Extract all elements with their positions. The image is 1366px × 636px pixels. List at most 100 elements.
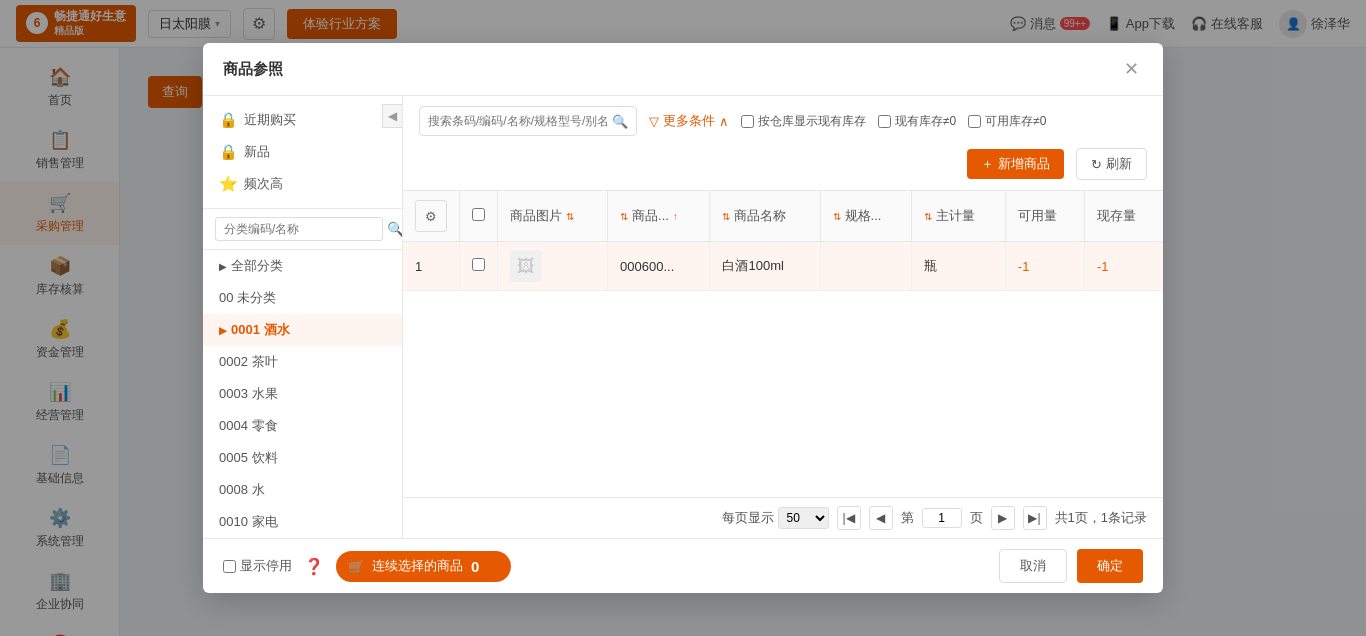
product-search-input[interactable]: [428, 114, 608, 128]
add-product-button[interactable]: ＋ 新增商品: [967, 149, 1064, 179]
quick-link-label: 近期购买: [244, 111, 296, 129]
cell-spec: [820, 242, 911, 291]
quick-link-frequent[interactable]: ⭐ 频次高: [203, 168, 402, 200]
page-suffix: 页: [970, 509, 983, 527]
cell-code: 000600...: [608, 242, 710, 291]
checkbox-available-stock[interactable]: 可用库存≠0: [968, 113, 1046, 130]
lock-icon-recent: 🔒: [219, 111, 238, 129]
refresh-icon: ↻: [1091, 157, 1102, 172]
category-item-0002[interactable]: 0002 茶叶: [203, 346, 402, 378]
category-item-0005[interactable]: 0005 饮料: [203, 442, 402, 474]
category-label: 0008 水: [219, 481, 265, 499]
table-row[interactable]: 1 🖼 000600... 白酒100ml 瓶: [403, 242, 1163, 291]
help-icon[interactable]: ❓: [304, 557, 324, 576]
collapse-arrow-icon[interactable]: ∧: [487, 557, 499, 576]
category-item-0010[interactable]: 0010 家电: [203, 506, 402, 538]
sort-arrow-code: ↑: [673, 211, 678, 222]
category-item-all[interactable]: ▶ 全部分类: [203, 250, 402, 282]
modal-header: 商品参照 ✕: [203, 43, 1163, 96]
product-table-container: ⚙ 商品图片 ⇅: [403, 191, 1163, 497]
th-available: 可用量: [1005, 191, 1084, 242]
cart-count: 0: [471, 558, 479, 575]
cell-num: 1: [403, 242, 460, 291]
quick-link-new[interactable]: 🔒 新品: [203, 136, 402, 168]
next-page-button[interactable]: ▶: [991, 506, 1015, 530]
filter-icon: ▽: [649, 114, 659, 129]
quick-link-recent[interactable]: 🔒 近期购买: [203, 104, 402, 136]
checkbox-warehouse-stock[interactable]: 按仓库显示现有库存: [741, 113, 866, 130]
show-disabled-checkbox[interactable]: 显示停用: [223, 557, 292, 575]
cell-name: 白酒100ml: [710, 242, 820, 291]
cell-image: 🖼: [498, 242, 608, 291]
cart-icon: 🛒: [348, 559, 364, 574]
chevron-up-icon: ∧: [719, 114, 729, 129]
sort-icon-code: ⇅: [620, 211, 628, 222]
modal-footer: 显示停用 ❓ 🛒 连续选择的商品 0 ∧ 取消 确定: [203, 538, 1163, 593]
show-disabled-input[interactable]: [223, 560, 236, 573]
th-available-label: 可用量: [1018, 207, 1057, 225]
refresh-button[interactable]: ↻ 刷新: [1076, 148, 1147, 180]
category-item-0008[interactable]: 0008 水: [203, 474, 402, 506]
lock-icon-new: 🔒: [219, 143, 238, 161]
category-item-0003[interactable]: 0003 水果: [203, 378, 402, 410]
th-image-label: 商品图片: [510, 207, 562, 225]
page-size-select[interactable]: 20 50 100: [778, 507, 829, 529]
th-name: ⇅ 商品名称: [710, 191, 820, 242]
th-unit: ⇅ 主计量: [911, 191, 1005, 242]
sort-icon-name: ⇅: [722, 211, 730, 222]
th-checkbox: [460, 191, 498, 242]
cart-selector[interactable]: 🛒 连续选择的商品 0 ∧: [336, 551, 511, 582]
prev-page-button[interactable]: ◀: [869, 506, 893, 530]
checkbox-nonzero-stock[interactable]: 现有库存≠0: [878, 113, 956, 130]
quick-link-label: 频次高: [244, 175, 283, 193]
last-page-button[interactable]: ▶|: [1023, 506, 1047, 530]
category-label: 0001 酒水: [231, 321, 290, 339]
checkbox-available-input[interactable]: [968, 115, 981, 128]
checkbox-nonzero-input[interactable]: [878, 115, 891, 128]
checkbox-label: 可用库存≠0: [985, 113, 1046, 130]
more-filters-button[interactable]: ▽ 更多条件 ∧: [649, 112, 729, 130]
add-btn-label: 新增商品: [998, 155, 1050, 173]
filter-checkboxes: 按仓库显示现有库存 现有库存≠0 可用库存≠0: [741, 113, 1047, 130]
category-item-0004[interactable]: 0004 零食: [203, 410, 402, 442]
page-number-input[interactable]: [922, 508, 962, 528]
toolbar: 🔍 ▽ 更多条件 ∧ 按仓库显示现有库存 现: [403, 96, 1163, 191]
select-all-checkbox[interactable]: [472, 208, 485, 221]
category-label: 0002 茶叶: [219, 353, 278, 371]
category-item-00[interactable]: 00 未分类: [203, 282, 402, 314]
filter-label: 更多条件: [663, 112, 715, 130]
column-settings-icon[interactable]: ⚙: [415, 200, 447, 232]
modal-close-button[interactable]: ✕: [1119, 57, 1143, 81]
th-spec-label: 规格...: [845, 207, 882, 225]
modal-body: 🔒 近期购买 🔒 新品 ⭐ 频次高 ◀ 🔍: [203, 96, 1163, 538]
confirm-button[interactable]: 确定: [1077, 549, 1143, 583]
cancel-button[interactable]: 取消: [999, 549, 1067, 583]
category-label: 0010 家电: [219, 513, 278, 531]
first-page-button[interactable]: |◀: [837, 506, 861, 530]
category-label: 0004 零食: [219, 417, 278, 435]
checkbox-label: 现有库存≠0: [895, 113, 956, 130]
show-disabled-label: 显示停用: [240, 557, 292, 575]
th-stock: 现存量: [1084, 191, 1163, 242]
checkbox-warehouse-input[interactable]: [741, 115, 754, 128]
category-search-input[interactable]: [215, 217, 383, 241]
category-search-icon[interactable]: 🔍: [387, 221, 403, 237]
left-panel: 🔒 近期购买 🔒 新品 ⭐ 频次高 ◀ 🔍: [203, 96, 403, 538]
th-code: ⇅ 商品... ↑: [608, 191, 710, 242]
image-col-header: 商品图片 ⇅: [510, 207, 595, 225]
footer-actions: 取消 确定: [999, 549, 1143, 583]
th-image: 商品图片 ⇅: [498, 191, 608, 242]
cell-unit: 瓶: [911, 242, 1005, 291]
category-label: 全部分类: [231, 257, 283, 275]
th-stock-label: 现存量: [1097, 207, 1136, 225]
product-table: ⚙ 商品图片 ⇅: [403, 191, 1163, 291]
sort-icon-spec: ⇅: [833, 211, 841, 222]
footer-left: 显示停用: [223, 557, 292, 575]
quick-link-label: 新品: [244, 143, 270, 161]
collapse-panel-button[interactable]: ◀: [382, 104, 402, 128]
cell-stock: -1: [1084, 242, 1163, 291]
th-spec: ⇅ 规格...: [820, 191, 911, 242]
star-icon: ⭐: [219, 175, 238, 193]
row-checkbox[interactable]: [472, 258, 485, 271]
category-item-0001[interactable]: ▶ 0001 酒水: [203, 314, 402, 346]
